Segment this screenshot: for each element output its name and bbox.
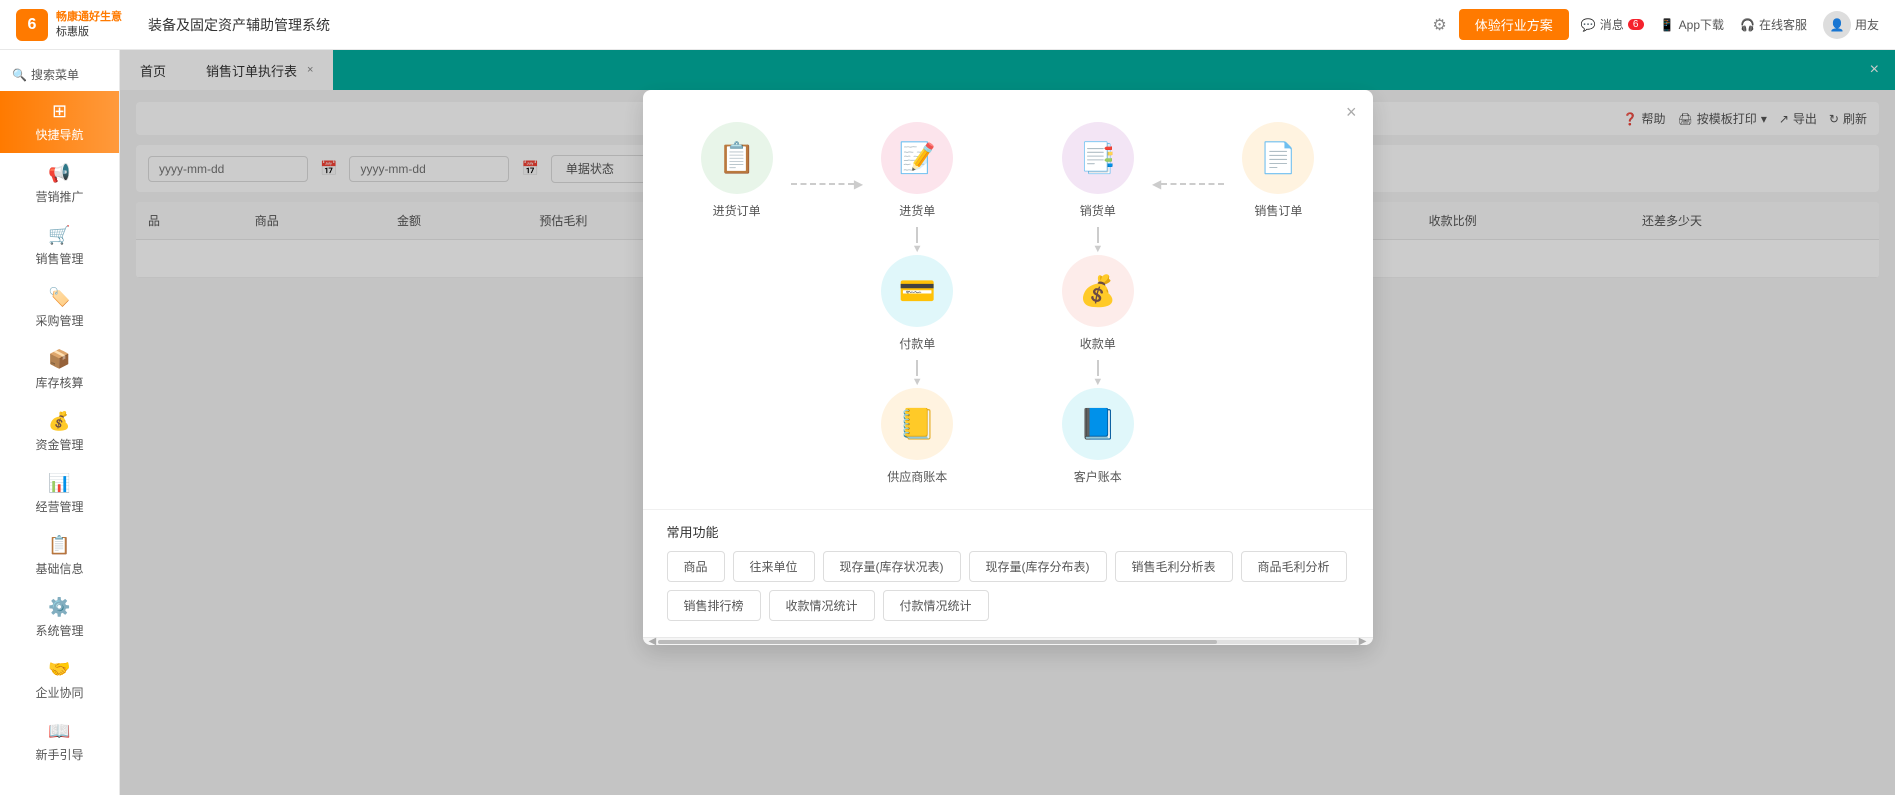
search-icon: 🔍 (12, 68, 27, 82)
sidebar-item-enterprise[interactable]: 🤝 企业协同 (0, 649, 119, 711)
guide-icon: 📖 (48, 721, 70, 742)
user-item[interactable]: 👤 用友 (1823, 11, 1879, 39)
main-layout: 🔍 搜索菜单 ⊞ 快捷导航 📢 营销推广 🛒 销售管理 🏷️ 采购管理 📦 库存… (0, 50, 1895, 795)
cf-btn-goods-profit[interactable]: 商品毛利分析 (1241, 551, 1347, 582)
purchase-order-circle: 📋 (701, 122, 773, 194)
flow-node-purchase-order[interactable]: 📋 进货订单 (683, 122, 791, 219)
quick-guide-modal: × 📋 进货订单 (643, 90, 1373, 645)
cf-btn-goods[interactable]: 商品 (667, 551, 725, 582)
flow-node-supplier-account[interactable]: 📒 供应商账本 (863, 388, 971, 485)
scroll-left-icon[interactable]: ◀ (647, 636, 659, 645)
sidebar-item-quick-nav[interactable]: ⊞ 快捷导航 (0, 91, 119, 153)
receipt-circle: 💰 (1062, 255, 1134, 327)
message-icon: 💬 (1581, 18, 1596, 32)
sidebar-item-marketing[interactable]: 📢 营销推广 (0, 153, 119, 215)
flow-area: 📋 进货订单 ▶ 📝 (643, 90, 1373, 509)
flow-node-customer-account[interactable]: 📘 客户账本 (1044, 388, 1152, 485)
top-bar: 6 畅康通好生意 标惠版 装备及固定资产辅助管理系统 ⚙ 体验行业方案 💬 消息… (0, 0, 1895, 50)
sidebar-item-purchase[interactable]: 🏷️ 采购管理 (0, 277, 119, 339)
online-service-item[interactable]: 🎧 在线客服 (1740, 16, 1807, 33)
enterprise-icon: 🤝 (48, 659, 70, 680)
headset-icon: 🎧 (1740, 18, 1755, 32)
flow-node-receipt[interactable]: 💰 收款单 (1044, 255, 1152, 352)
cf-btn-partners[interactable]: 往来单位 (733, 551, 815, 582)
sidebar-item-capital[interactable]: 💰 资金管理 (0, 401, 119, 463)
overlay[interactable]: × 📋 进货订单 (120, 50, 1895, 795)
sidebar-item-system[interactable]: ⚙️ 系统管理 (0, 587, 119, 649)
cf-buttons-row2: 销售排行榜 收款情况统计 付款情况统计 (667, 590, 1349, 621)
sidebar: 🔍 搜索菜单 ⊞ 快捷导航 📢 营销推广 🛒 销售管理 🏷️ 采购管理 📦 库存… (0, 50, 120, 795)
marketing-icon: 📢 (48, 163, 70, 184)
content-area: 首页 销售订单执行表 × × ❓ 帮助 🖨 按模板打印 ▾ (120, 50, 1895, 795)
basic-icon: 📋 (48, 535, 70, 556)
operation-icon: 📊 (48, 473, 70, 494)
scrollbar-track[interactable] (658, 640, 1357, 644)
cf-btn-receipt-stats[interactable]: 收款情况统计 (769, 590, 875, 621)
logo-icon: 6 (16, 9, 48, 41)
logo-area: 6 畅康通好生意 标惠版 (16, 9, 136, 41)
settings-icon[interactable]: ⚙ (1432, 15, 1446, 35)
purchase-icon: 🏷️ (48, 287, 70, 308)
cf-btn-inventory-status[interactable]: 现存量(库存状况表) (823, 551, 961, 582)
flow-node-sales-bill[interactable]: 📑 销货单 (1044, 122, 1152, 219)
cf-btn-sales-profit[interactable]: 销售毛利分析表 (1115, 551, 1233, 582)
avatar: 👤 (1823, 11, 1851, 39)
cf-buttons-row: 商品 往来单位 现存量(库存状况表) 现存量(库存分布表) 销售毛利分析表 商品… (667, 551, 1349, 582)
phone-icon: 📱 (1660, 18, 1675, 32)
system-icon: ⚙️ (48, 597, 70, 618)
sidebar-item-basic[interactable]: 📋 基础信息 (0, 525, 119, 587)
sales-icon: 🛒 (48, 225, 70, 246)
message-item[interactable]: 💬 消息 6 (1581, 16, 1644, 33)
cf-btn-sales-rank[interactable]: 销售排行榜 (667, 590, 761, 621)
sidebar-item-guide[interactable]: 📖 新手引导 (0, 711, 119, 773)
modal-scrollbar[interactable]: ◀ ▶ (643, 637, 1373, 645)
modal-close-button[interactable]: × (1346, 102, 1357, 123)
quick-nav-icon: ⊞ (52, 101, 67, 122)
common-functions: 常用功能 商品 往来单位 现存量(库存状况表) 现存量(库存分布表) 销售毛利分… (643, 509, 1373, 637)
sales-order-circle: 📄 (1242, 122, 1314, 194)
inventory-icon: 📦 (48, 349, 70, 370)
supplier-account-circle: 📒 (881, 388, 953, 460)
customer-account-circle: 📘 (1062, 388, 1134, 460)
scrollbar-thumb[interactable] (658, 640, 1217, 644)
sidebar-item-sales[interactable]: 🛒 销售管理 (0, 215, 119, 277)
app-download-item[interactable]: 📱 App下载 (1660, 16, 1724, 33)
sales-bill-circle: 📑 (1062, 122, 1134, 194)
trial-button[interactable]: 体验行业方案 (1459, 9, 1569, 40)
logo-text: 畅康通好生意 标惠版 (56, 10, 122, 39)
flow-node-payment[interactable]: 💳 付款单 (863, 255, 971, 352)
cf-btn-inventory-dist[interactable]: 现存量(库存分布表) (969, 551, 1107, 582)
flow-node-purchase-bill[interactable]: 📝 进货单 (863, 122, 971, 219)
sidebar-item-inventory[interactable]: 📦 库存核算 (0, 339, 119, 401)
top-right-area: 💬 消息 6 📱 App下载 🎧 在线客服 👤 用友 (1581, 11, 1879, 39)
scroll-right-icon[interactable]: ▶ (1357, 636, 1369, 645)
message-badge: 6 (1628, 19, 1644, 30)
cf-title: 常用功能 (667, 522, 1349, 541)
cf-btn-payment-stats[interactable]: 付款情况统计 (883, 590, 989, 621)
sidebar-search[interactable]: 🔍 搜索菜单 (0, 58, 119, 91)
system-title: 装备及固定资产辅助管理系统 (148, 15, 1420, 35)
purchase-bill-circle: 📝 (881, 122, 953, 194)
flow-node-sales-order[interactable]: 📄 销售订单 (1224, 122, 1332, 219)
capital-icon: 💰 (48, 411, 70, 432)
sidebar-item-operation[interactable]: 📊 经营管理 (0, 463, 119, 525)
payment-circle: 💳 (881, 255, 953, 327)
